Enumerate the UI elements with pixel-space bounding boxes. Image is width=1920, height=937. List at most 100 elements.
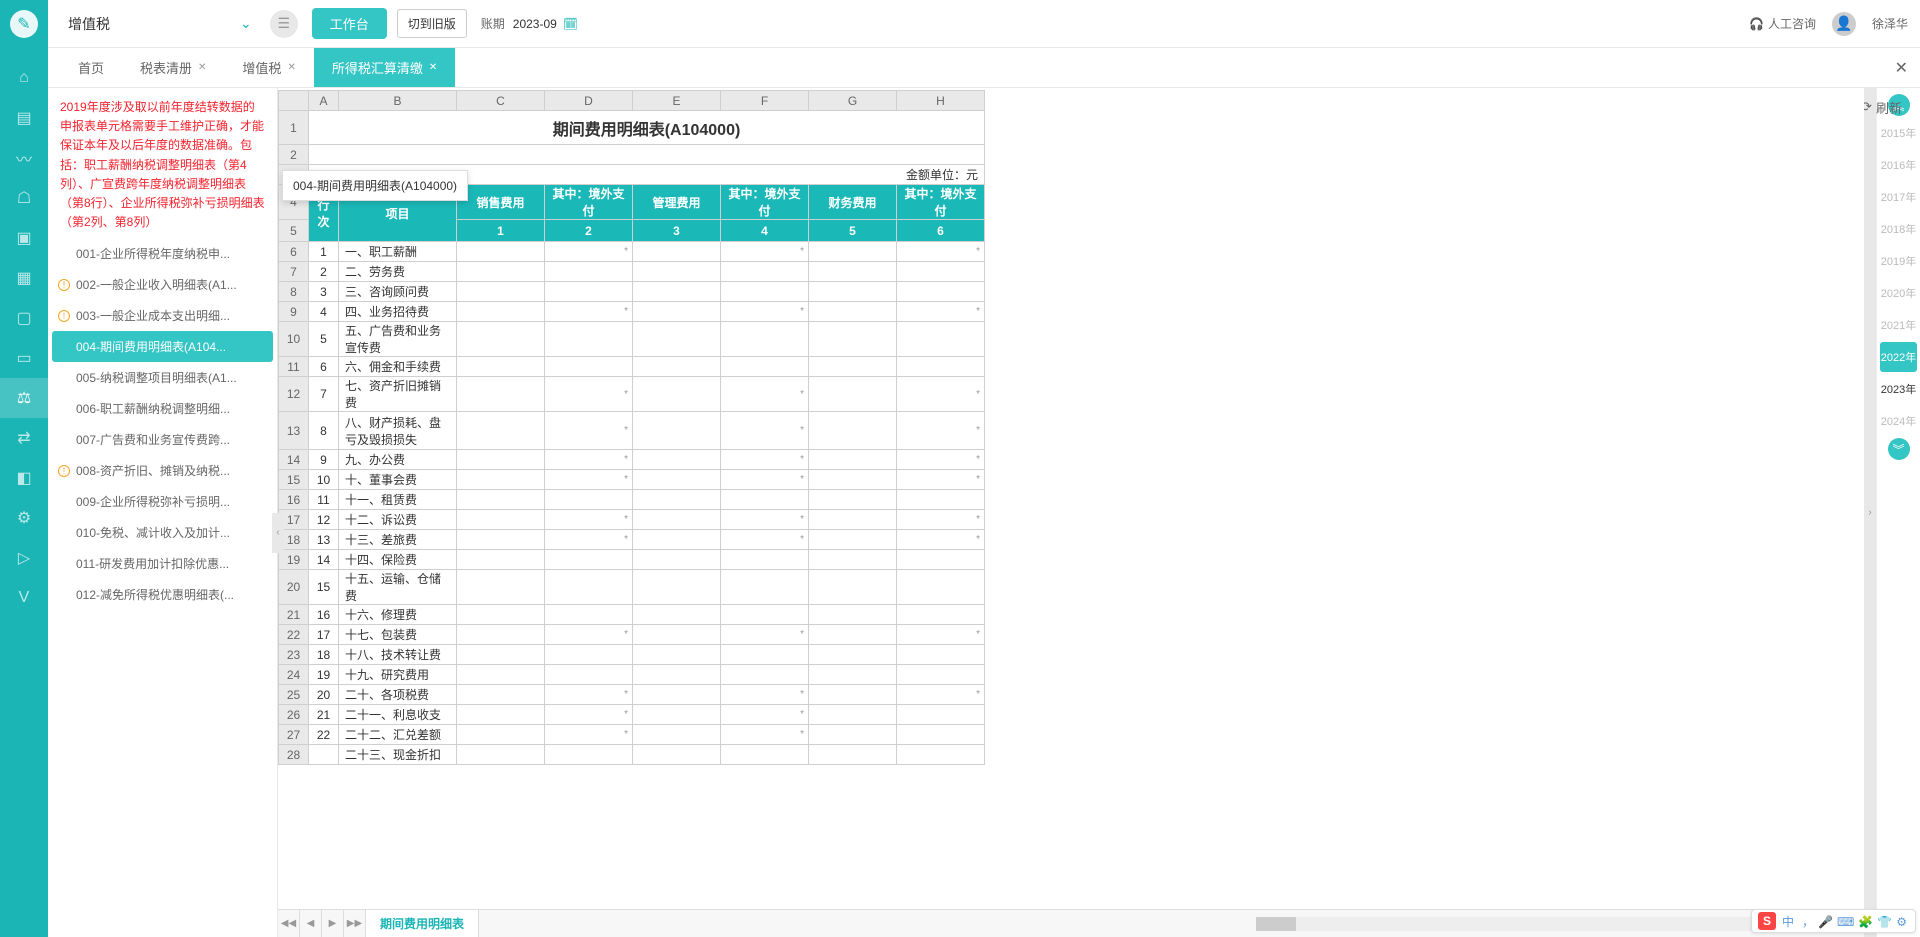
data-cell[interactable]	[633, 725, 721, 745]
data-cell[interactable]	[457, 242, 545, 262]
form-item-8[interactable]: 009-企业所得税弥补亏损明...	[48, 486, 277, 517]
data-cell[interactable]	[897, 705, 985, 725]
data-cell[interactable]: *	[897, 685, 985, 705]
nav-clipboard-icon[interactable]: ▣	[0, 218, 48, 258]
data-cell[interactable]: *	[721, 470, 809, 490]
row-number[interactable]: 7	[309, 377, 339, 412]
sheet-nav-last[interactable]: ▶▶	[344, 910, 366, 937]
nav-archive-icon[interactable]: ◧	[0, 458, 48, 498]
data-cell[interactable]	[457, 645, 545, 665]
row-number[interactable]: 5	[309, 322, 339, 357]
col-header-D[interactable]: D	[545, 91, 633, 111]
data-cell[interactable]	[633, 322, 721, 357]
data-cell[interactable]: *	[545, 302, 633, 322]
data-cell[interactable]	[545, 745, 633, 765]
data-cell[interactable]	[633, 357, 721, 377]
row-item[interactable]: 十三、差旅费	[339, 530, 457, 550]
data-cell[interactable]	[633, 450, 721, 470]
data-cell[interactable]	[545, 262, 633, 282]
data-cell[interactable]	[457, 605, 545, 625]
data-cell[interactable]	[721, 745, 809, 765]
data-cell[interactable]	[633, 570, 721, 605]
nav-video-icon[interactable]: ▷	[0, 538, 48, 578]
data-cell[interactable]	[897, 745, 985, 765]
data-cell[interactable]	[633, 550, 721, 570]
data-cell[interactable]: *	[897, 470, 985, 490]
ime-tool-icon[interactable]: ，	[1802, 915, 1814, 929]
data-cell[interactable]	[545, 605, 633, 625]
data-cell[interactable]: *	[545, 705, 633, 725]
data-cell[interactable]	[809, 550, 897, 570]
data-cell[interactable]	[721, 322, 809, 357]
form-item-3[interactable]: 004-期间费用明细表(A104...	[52, 331, 273, 362]
sheet-tab-active[interactable]: 期间费用明细表	[366, 910, 479, 937]
data-cell[interactable]	[633, 625, 721, 645]
row-item[interactable]: 二、劳务费	[339, 262, 457, 282]
col-header-H[interactable]: H	[897, 91, 985, 111]
data-cell[interactable]: *	[721, 685, 809, 705]
data-cell[interactable]	[809, 625, 897, 645]
sheet-nav-first[interactable]: ◀◀	[278, 910, 300, 937]
data-cell[interactable]	[457, 450, 545, 470]
panel-collapse-handle[interactable]: ‹	[272, 513, 284, 553]
form-item-0[interactable]: 001-企业所得税年度纳税申...	[48, 238, 277, 269]
row-number[interactable]: 21	[309, 705, 339, 725]
data-cell[interactable]	[809, 357, 897, 377]
nav-settings-icon[interactable]: ⚙	[0, 498, 48, 538]
row-item[interactable]: 二十、各项税费	[339, 685, 457, 705]
row-number[interactable]: 10	[309, 470, 339, 490]
data-cell[interactable]	[457, 377, 545, 412]
data-cell[interactable]: *	[721, 625, 809, 645]
data-cell[interactable]: *	[545, 242, 633, 262]
row-item[interactable]: 十六、修理费	[339, 605, 457, 625]
data-cell[interactable]	[897, 282, 985, 302]
data-cell[interactable]: *	[897, 302, 985, 322]
row-number[interactable]: 4	[309, 302, 339, 322]
row-number[interactable]: 11	[309, 490, 339, 510]
data-cell[interactable]	[809, 470, 897, 490]
data-cell[interactable]	[809, 412, 897, 450]
row-number[interactable]: 9	[309, 450, 339, 470]
data-cell[interactable]	[897, 550, 985, 570]
data-cell[interactable]	[457, 665, 545, 685]
row-item[interactable]: 十九、研究费用	[339, 665, 457, 685]
data-cell[interactable]	[809, 490, 897, 510]
data-cell[interactable]	[545, 490, 633, 510]
data-cell[interactable]: *	[721, 412, 809, 450]
row-number[interactable]: 17	[309, 625, 339, 645]
data-cell[interactable]	[545, 550, 633, 570]
collapse-button[interactable]: ☰	[270, 10, 298, 38]
data-cell[interactable]: *	[721, 530, 809, 550]
user-avatar[interactable]: 👤	[1832, 12, 1856, 36]
col-header-F[interactable]: F	[721, 91, 809, 111]
app-logo[interactable]: ✎	[10, 10, 38, 38]
data-cell[interactable]	[897, 605, 985, 625]
data-cell[interactable]: *	[545, 530, 633, 550]
corner-cell[interactable]	[279, 91, 309, 111]
tab-1[interactable]: 税表清册✕	[122, 48, 224, 87]
tab-2[interactable]: 增值税✕	[224, 48, 313, 87]
data-cell[interactable]: *	[721, 302, 809, 322]
nav-bag-icon[interactable]: ☖	[0, 178, 48, 218]
data-cell[interactable]	[809, 282, 897, 302]
tab-3[interactable]: 所得税汇算清缴✕	[314, 48, 455, 87]
row-number[interactable]: 18	[309, 645, 339, 665]
row-number[interactable]: 20	[309, 685, 339, 705]
row-item[interactable]: 三、咨询顾问费	[339, 282, 457, 302]
data-cell[interactable]	[897, 322, 985, 357]
row-item[interactable]: 二十三、现金折扣	[339, 745, 457, 765]
data-cell[interactable]	[457, 570, 545, 605]
data-cell[interactable]: *	[897, 625, 985, 645]
data-cell[interactable]: *	[897, 450, 985, 470]
data-cell[interactable]: *	[721, 450, 809, 470]
data-cell[interactable]	[457, 510, 545, 530]
data-cell[interactable]	[633, 490, 721, 510]
nav-balance-icon[interactable]: ⚖	[0, 378, 48, 418]
data-cell[interactable]	[809, 685, 897, 705]
row-number[interactable]: 6	[309, 357, 339, 377]
data-cell[interactable]	[809, 510, 897, 530]
close-icon[interactable]: ✕	[198, 62, 206, 73]
form-item-2[interactable]: !003-一般企业成本支出明细...	[48, 300, 277, 331]
data-cell[interactable]	[721, 490, 809, 510]
col-header-A[interactable]: A	[309, 91, 339, 111]
